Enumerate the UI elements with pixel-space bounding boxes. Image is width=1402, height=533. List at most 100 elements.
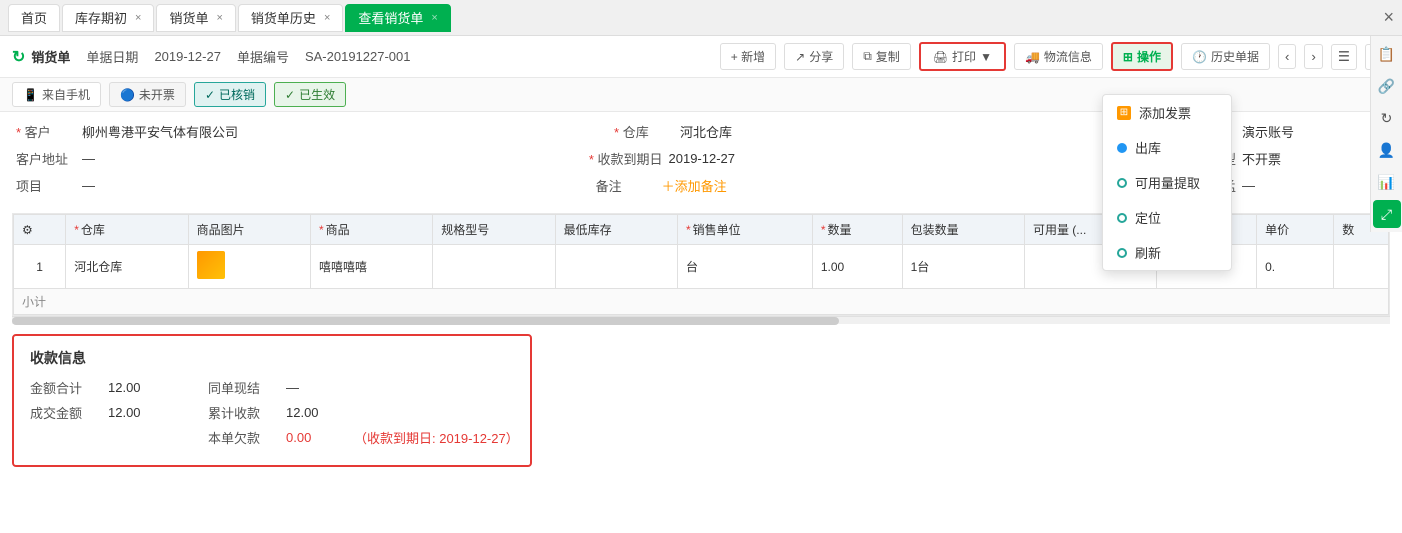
tab-sales-history[interactable]: 销货单历史 × xyxy=(238,4,343,32)
th-pack-qty: 包装数量 xyxy=(902,215,1024,245)
sidebar-user-icon[interactable]: 👤 xyxy=(1373,136,1401,164)
address-group: 客户地址 — xyxy=(16,149,202,168)
tab-inventory-init-close[interactable]: × xyxy=(135,12,141,24)
row-pack-qty: 1台 xyxy=(902,245,1024,289)
sidebar-clipboard-icon[interactable]: 📋 xyxy=(1373,40,1401,68)
logistics-button[interactable]: 🚚 物流信息 xyxy=(1014,43,1103,70)
scroll-thumb[interactable] xyxy=(12,317,839,325)
tab-sales-history-close[interactable]: × xyxy=(324,12,330,24)
info-left: 金额合计 12.00 成交金额 12.00 xyxy=(30,378,168,453)
locate-label: 定位 xyxy=(1135,208,1161,227)
locate-icon xyxy=(1117,213,1127,223)
refresh-label: 刷新 xyxy=(1135,243,1161,262)
tab-home[interactable]: 首页 xyxy=(8,4,60,32)
dropdown-add-invoice[interactable]: ⊞ 添加发票 xyxy=(1103,95,1231,130)
th-min-stock: 最低库存 xyxy=(555,215,677,245)
print-highlight: 🖨 打印 ▼ xyxy=(919,42,1006,71)
operation-button[interactable]: ⊞ 操作 xyxy=(1111,42,1173,71)
warehouse-group: 仓库 河北仓库 xyxy=(614,122,800,141)
sidebar-refresh-icon[interactable]: ↻ xyxy=(1373,104,1401,132)
not-open-button[interactable]: 🔵 未开票 xyxy=(109,82,186,107)
row-unit-price: 0. xyxy=(1257,245,1334,289)
row-no: 1 xyxy=(14,245,66,289)
share-icon: ↗ xyxy=(795,50,805,64)
project-label: 项目 xyxy=(16,176,76,195)
available-qty-icon xyxy=(1117,178,1127,188)
tab-inventory-init[interactable]: 库存期初 × xyxy=(62,4,154,32)
right-sidebar: 📋 🔗 ↻ 👤 📊 ⤢ xyxy=(1370,36,1402,232)
salesman-value: — xyxy=(1242,178,1362,193)
row-min-stock xyxy=(555,245,677,289)
operation-dropdown: ⊞ 添加发票 出库 可用量提取 定位 刷新 xyxy=(1102,94,1232,271)
doc-title-icon: ↻ xyxy=(12,47,25,67)
row-extra xyxy=(1334,245,1389,289)
add-invoice-icon: ⊞ xyxy=(1117,106,1131,120)
owe-row: 本单欠款 0.00 （收款到期日: 2019-12-27） xyxy=(208,428,514,447)
tab-sales-order[interactable]: 销货单 × xyxy=(156,4,235,32)
same-order-row: 同单现结 — xyxy=(208,378,514,397)
owe-value: 0.00 xyxy=(286,430,346,445)
next-button[interactable]: › xyxy=(1304,44,1322,69)
tab-inventory-init-label: 库存期初 xyxy=(75,8,127,27)
owe-note: （收款到期日: 2019-12-27） xyxy=(354,428,514,447)
customer-label: 客户 xyxy=(16,122,76,141)
dropdown-refresh[interactable]: 刷新 xyxy=(1103,235,1231,270)
ticket-icon: 🔵 xyxy=(120,88,135,102)
dropdown-locate[interactable]: 定位 xyxy=(1103,200,1231,235)
row-quantity: 1.00 xyxy=(812,245,902,289)
project-value: — xyxy=(82,178,202,193)
due-date-value: 2019-12-27 xyxy=(669,151,789,166)
th-settings[interactable]: ⚙ xyxy=(14,215,66,245)
share-button[interactable]: ↗ 分享 xyxy=(784,43,844,70)
doc-meta: 单据日期 2019-12-27 单据编号 SA-20191227-001 xyxy=(86,47,410,66)
doc-date-label: 单据日期 xyxy=(86,47,138,66)
tab-sales-order-close[interactable]: × xyxy=(216,12,222,24)
amount-label: 金额合计 xyxy=(30,378,100,397)
due-date-group: 收款到期日 2019-12-27 xyxy=(589,149,789,168)
effective-button[interactable]: ✓ 已生效 xyxy=(274,82,346,107)
new-button[interactable]: + 新增 xyxy=(720,43,776,70)
copy-button[interactable]: ⧉ 复制 xyxy=(852,43,911,70)
th-product: *商品 xyxy=(310,215,432,245)
same-order-value: — xyxy=(286,380,346,395)
amount-row: 金额合计 12.00 xyxy=(30,378,168,397)
add-invoice-label: 添加发票 xyxy=(1139,103,1191,122)
print-button[interactable]: 🖨 打印 ▼ xyxy=(923,44,1002,69)
tab-bar: 首页 库存期初 × 销货单 × 销货单历史 × 查看销货单 × × xyxy=(0,0,1402,36)
dropdown-outbound[interactable]: 出库 xyxy=(1103,130,1231,165)
tab-view-sales[interactable]: 查看销货单 × xyxy=(345,4,450,32)
address-label: 客户地址 xyxy=(16,149,76,168)
transaction-value: 12.00 xyxy=(108,405,168,420)
doc-title-text: 销货单 xyxy=(31,47,70,66)
history-icon: 🕐 xyxy=(1192,50,1207,64)
project-group: 项目 — xyxy=(16,176,202,195)
tab-view-sales-label: 查看销货单 xyxy=(358,8,423,27)
sidebar-chart-icon[interactable]: 📊 xyxy=(1373,168,1401,196)
from-phone-button[interactable]: 📱 来自手机 xyxy=(12,82,101,107)
th-sales-unit: *销售单位 xyxy=(677,215,812,245)
list-view-button[interactable]: ☰ xyxy=(1331,44,1357,70)
same-order-label: 同单现结 xyxy=(208,378,278,397)
owe-label: 本单欠款 xyxy=(208,428,278,447)
scroll-indicator[interactable] xyxy=(12,316,1390,324)
prev-button[interactable]: ‹ xyxy=(1278,44,1296,69)
sidebar-expand-icon[interactable]: ⤢ xyxy=(1373,200,1401,228)
tab-view-sales-close[interactable]: × xyxy=(431,12,437,24)
dropdown-available-qty[interactable]: 可用量提取 xyxy=(1103,165,1231,200)
phone-icon: 📱 xyxy=(23,88,38,102)
tab-home-label: 首页 xyxy=(21,8,47,27)
transaction-label: 成交金额 xyxy=(30,403,100,422)
confirm-button[interactable]: ✓ 已核销 xyxy=(194,82,266,107)
note-group: 备注 ＋添加备注 xyxy=(596,176,782,195)
th-warehouse: *仓库 xyxy=(66,215,188,245)
doc-number-value: SA-20191227-001 xyxy=(305,49,411,64)
window-close-button[interactable]: × xyxy=(1383,7,1394,28)
th-unit-price: 单价 xyxy=(1257,215,1334,245)
history-button[interactable]: 🕐 历史单据 xyxy=(1181,43,1270,70)
tab-sales-order-label: 销货单 xyxy=(169,8,208,27)
tab-bar-right: × xyxy=(1383,7,1394,28)
add-note-button[interactable]: ＋添加备注 xyxy=(662,176,782,195)
row-sales-unit: 台 xyxy=(677,245,812,289)
sidebar-link-icon[interactable]: 🔗 xyxy=(1373,72,1401,100)
row-product: 嘻嘻嘻嘻 xyxy=(310,245,432,289)
